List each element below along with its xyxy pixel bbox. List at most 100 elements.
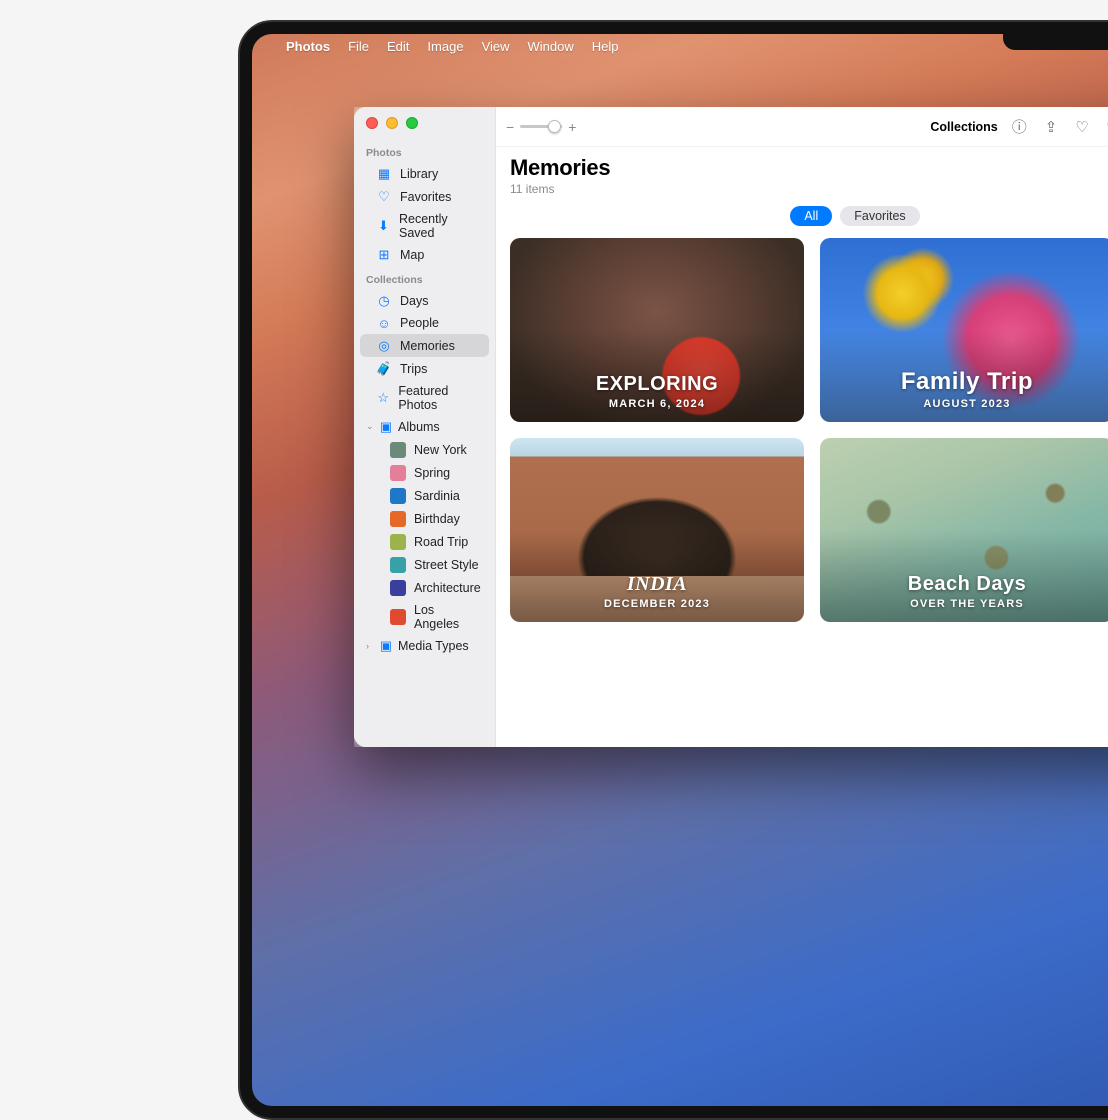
- sidebar-item-label: Spring: [414, 466, 450, 480]
- sidebar-album-item[interactable]: Architecture: [360, 576, 489, 599]
- menu-image[interactable]: Image: [427, 39, 463, 54]
- sidebar-item-label: Days: [400, 294, 428, 308]
- sidebar-item-label: Featured Photos: [398, 384, 481, 412]
- menubar: Photos File Edit Image View Window Help: [252, 34, 1108, 58]
- menu-file[interactable]: File: [348, 39, 369, 54]
- person-icon: ☺: [376, 316, 392, 331]
- album-thumbnail: [390, 580, 406, 596]
- info-icon[interactable]: ⓘ: [1008, 116, 1031, 137]
- sidebar-item-label: Road Trip: [414, 535, 468, 549]
- album-thumbnail: [390, 511, 406, 527]
- sidebar-item-favorites[interactable]: ♡ Favorites: [360, 185, 489, 208]
- memory-date: MARCH 6, 2024: [596, 398, 718, 410]
- sidebar-item-label: Favorites: [400, 190, 451, 204]
- memories-grid: EXPLORING MARCH 6, 2024 Family Trip AUGU…: [496, 238, 1108, 622]
- menu-edit[interactable]: Edit: [387, 39, 409, 54]
- zoom-in-icon[interactable]: +: [568, 119, 576, 135]
- window-controls: [354, 117, 495, 139]
- album-thumbnail: [390, 534, 406, 550]
- menu-window[interactable]: Window: [528, 39, 574, 54]
- sidebar-album-item[interactable]: Street Style: [360, 553, 489, 576]
- sidebar-item-label: People: [400, 316, 439, 330]
- menu-view[interactable]: View: [482, 39, 510, 54]
- heart-icon: ♡: [376, 189, 392, 205]
- sidebar-item-label: Map: [400, 248, 424, 262]
- sidebar-item-library[interactable]: ▦ Library: [360, 162, 489, 185]
- sidebar-albums-disclosure[interactable]: ⌄ ▣ Albums: [360, 415, 489, 438]
- sidebar-album-item[interactable]: Spring: [360, 461, 489, 484]
- favorite-icon[interactable]: ♡: [1071, 118, 1092, 136]
- toolbar-collections-button[interactable]: Collections: [930, 120, 997, 134]
- sidebar-section-collections: Collections: [354, 266, 495, 289]
- sidebar-item-recently-saved[interactable]: ⬇ Recently Saved: [360, 208, 489, 243]
- sidebar-item-trips[interactable]: 🧳 Trips: [360, 357, 489, 380]
- memory-card[interactable]: Family Trip AUGUST 2023: [820, 238, 1108, 422]
- filter-all[interactable]: All: [790, 206, 832, 226]
- star-icon: ☆: [376, 390, 390, 406]
- notch: [1003, 22, 1108, 50]
- filter-bar: All Favorites: [496, 200, 1108, 238]
- zoom-out-icon[interactable]: −: [506, 119, 514, 135]
- sidebar-album-item[interactable]: Road Trip: [360, 530, 489, 553]
- close-button[interactable]: [366, 117, 378, 129]
- page-subtitle: 11 items: [510, 182, 1108, 196]
- suitcase-icon: 🧳: [376, 361, 392, 377]
- sidebar-item-days[interactable]: ◷ Days: [360, 289, 489, 312]
- sidebar-mediatypes-disclosure[interactable]: › ▣ Media Types: [360, 634, 489, 657]
- album-thumbnail: [390, 488, 406, 504]
- album-thumbnail: [390, 557, 406, 573]
- sidebar-item-label: Memories: [400, 339, 455, 353]
- clock-icon: ◷: [376, 293, 392, 309]
- toolbar: − + Collections ⓘ ⇪ ♡ 🔍: [496, 107, 1108, 147]
- memory-title: INDIA: [604, 573, 710, 596]
- minimize-button[interactable]: [386, 117, 398, 129]
- slider-thumb[interactable]: [548, 120, 561, 133]
- share-icon[interactable]: ⇪: [1041, 118, 1062, 136]
- sidebar: Photos ▦ Library ♡ Favorites ⬇ Recently …: [354, 107, 496, 747]
- sidebar-item-featured[interactable]: ☆ Featured Photos: [360, 380, 489, 415]
- memory-title: Beach Days: [908, 573, 1026, 596]
- memory-card[interactable]: INDIA DECEMBER 2023: [510, 438, 804, 622]
- desktop: Photos File Edit Image View Window Help …: [252, 34, 1108, 1106]
- sidebar-album-item[interactable]: New York: [360, 438, 489, 461]
- sidebar-item-label: Trips: [400, 362, 427, 376]
- memory-date: OVER THE YEARS: [908, 598, 1026, 610]
- memory-card[interactable]: EXPLORING MARCH 6, 2024: [510, 238, 804, 422]
- slider-track[interactable]: [520, 125, 562, 128]
- download-icon: ⬇: [376, 218, 391, 234]
- sidebar-album-item[interactable]: Los Angeles: [360, 599, 489, 634]
- sidebar-item-label: New York: [414, 443, 467, 457]
- zoom-slider[interactable]: − +: [506, 119, 576, 135]
- fullscreen-button[interactable]: [406, 117, 418, 129]
- sidebar-album-item[interactable]: Sardinia: [360, 484, 489, 507]
- sidebar-item-label: Architecture: [414, 581, 481, 595]
- search-field[interactable]: 🔍: [1103, 119, 1108, 135]
- filter-favorites[interactable]: Favorites: [840, 206, 919, 226]
- sidebar-item-label: Birthday: [414, 512, 460, 526]
- sidebar-item-people[interactable]: ☺ People: [360, 312, 489, 334]
- album-thumbnail: [390, 609, 406, 625]
- sidebar-item-memories[interactable]: ◎ Memories: [360, 334, 489, 357]
- sidebar-item-label: Sardinia: [414, 489, 460, 503]
- sidebar-item-label: Los Angeles: [414, 603, 481, 631]
- main-content: − + Collections ⓘ ⇪ ♡ 🔍 Memories: [496, 107, 1108, 747]
- folder-icon: ▣: [378, 419, 394, 435]
- menubar-app-name[interactable]: Photos: [286, 39, 330, 54]
- folder-icon: ▣: [378, 638, 394, 654]
- memory-card[interactable]: Beach Days OVER THE YEARS: [820, 438, 1108, 622]
- chevron-right-icon: ›: [366, 641, 374, 651]
- page-title: Memories: [510, 155, 1108, 181]
- sidebar-item-label: Recently Saved: [399, 212, 481, 240]
- memories-icon: ◎: [376, 338, 392, 354]
- sidebar-item-map[interactable]: ⊞ Map: [360, 243, 489, 266]
- album-thumbnail: [390, 465, 406, 481]
- menu-help[interactable]: Help: [592, 39, 619, 54]
- memory-title: EXPLORING: [596, 373, 718, 396]
- library-icon: ▦: [376, 166, 392, 182]
- map-icon: ⊞: [376, 247, 392, 263]
- album-thumbnail: [390, 442, 406, 458]
- sidebar-item-label: Library: [400, 167, 438, 181]
- sidebar-album-item[interactable]: Birthday: [360, 507, 489, 530]
- laptop-frame: Photos File Edit Image View Window Help …: [238, 20, 1108, 1120]
- memory-title: Family Trip: [901, 368, 1033, 396]
